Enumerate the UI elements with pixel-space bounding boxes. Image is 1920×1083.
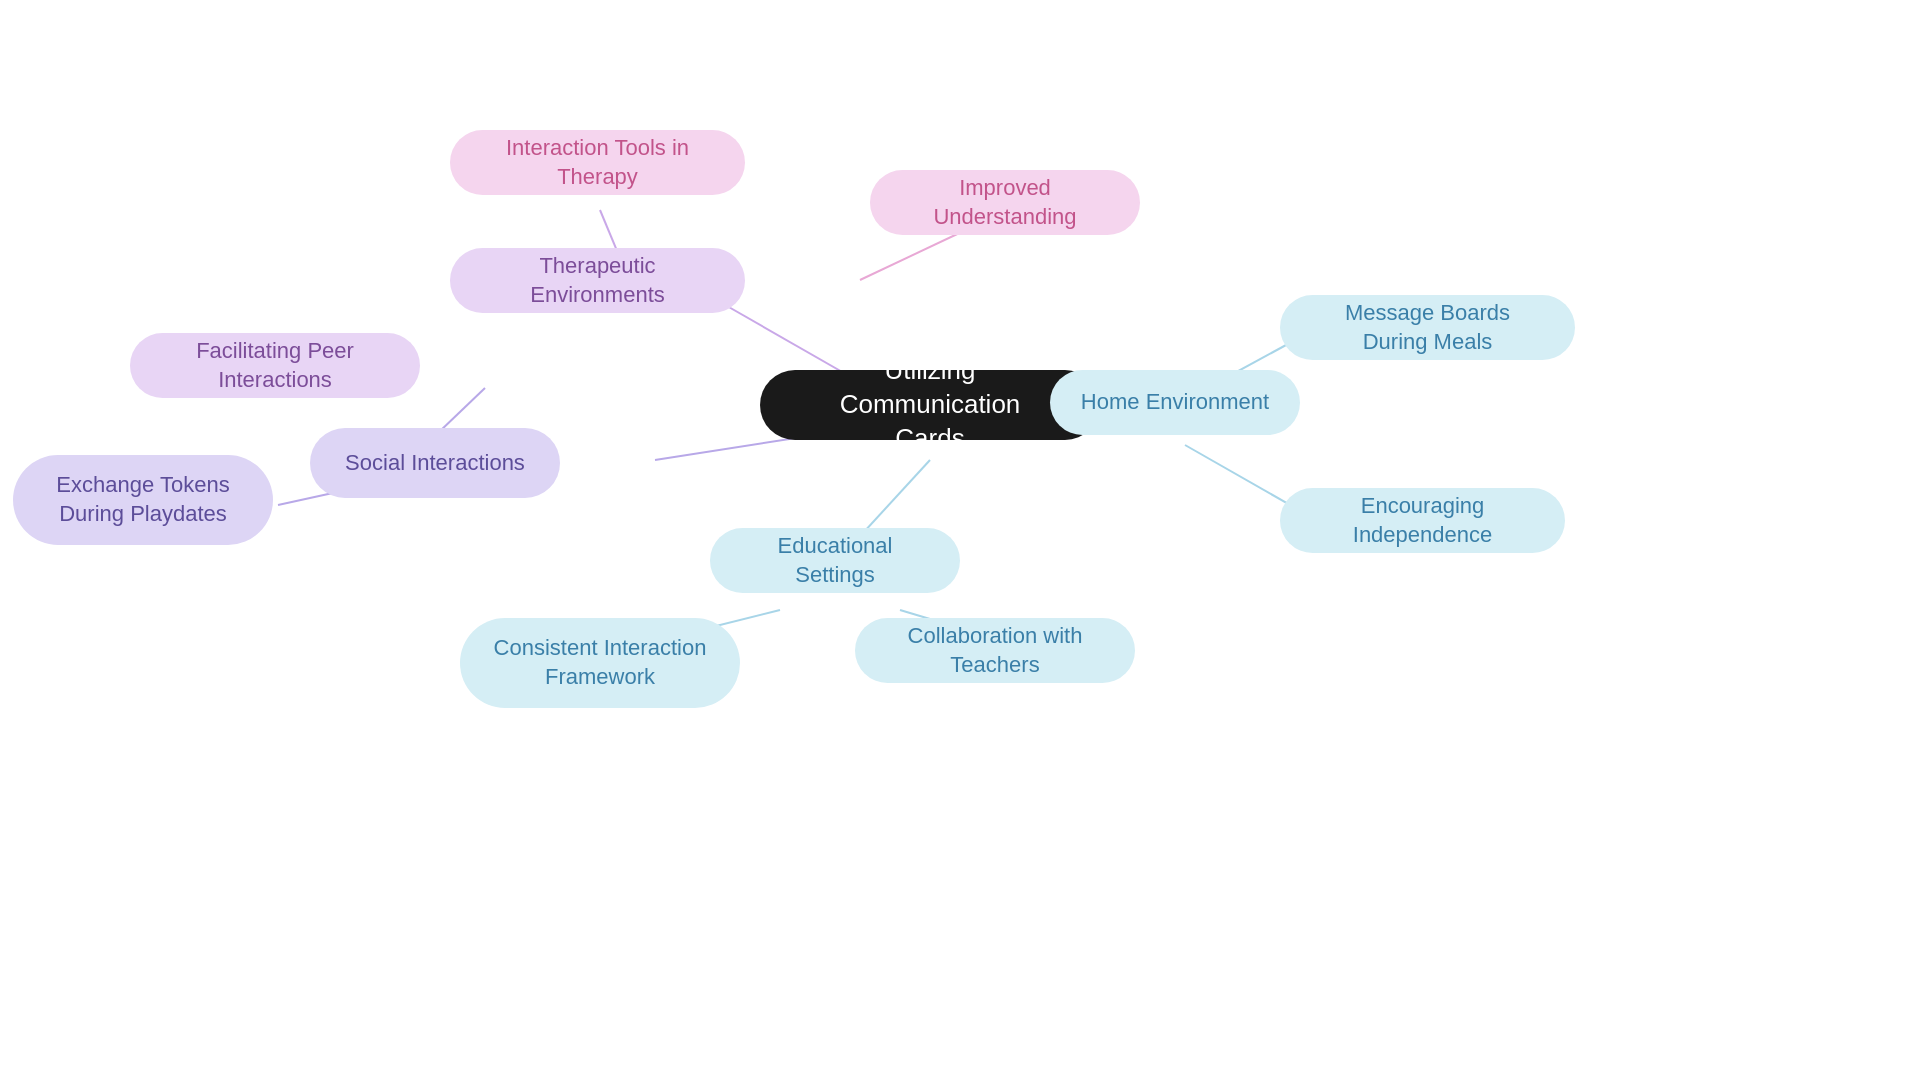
interaction-tools-node: Interaction Tools in Therapy (450, 130, 745, 195)
consistent-framework-node: Consistent Interaction Framework (460, 618, 740, 708)
educational-settings-node: Educational Settings (710, 528, 960, 593)
exchange-tokens-node: Exchange Tokens During Playdates (13, 455, 273, 545)
center-node: Utilizing Communication Cards (760, 370, 1100, 440)
message-boards-node: Message Boards During Meals (1280, 295, 1575, 360)
svg-line-2 (860, 228, 970, 280)
home-environment-node: Home Environment (1050, 370, 1300, 435)
collaboration-teachers-node: Collaboration with Teachers (855, 618, 1135, 683)
social-interactions-node: Social Interactions (310, 428, 560, 498)
improved-understanding-node: Improved Understanding (870, 170, 1140, 235)
therapeutic-environments-node: Therapeutic Environments (450, 248, 745, 313)
facilitating-peer-node: Facilitating Peer Interactions (130, 333, 420, 398)
encouraging-independence-node: Encouraging Independence (1280, 488, 1565, 553)
